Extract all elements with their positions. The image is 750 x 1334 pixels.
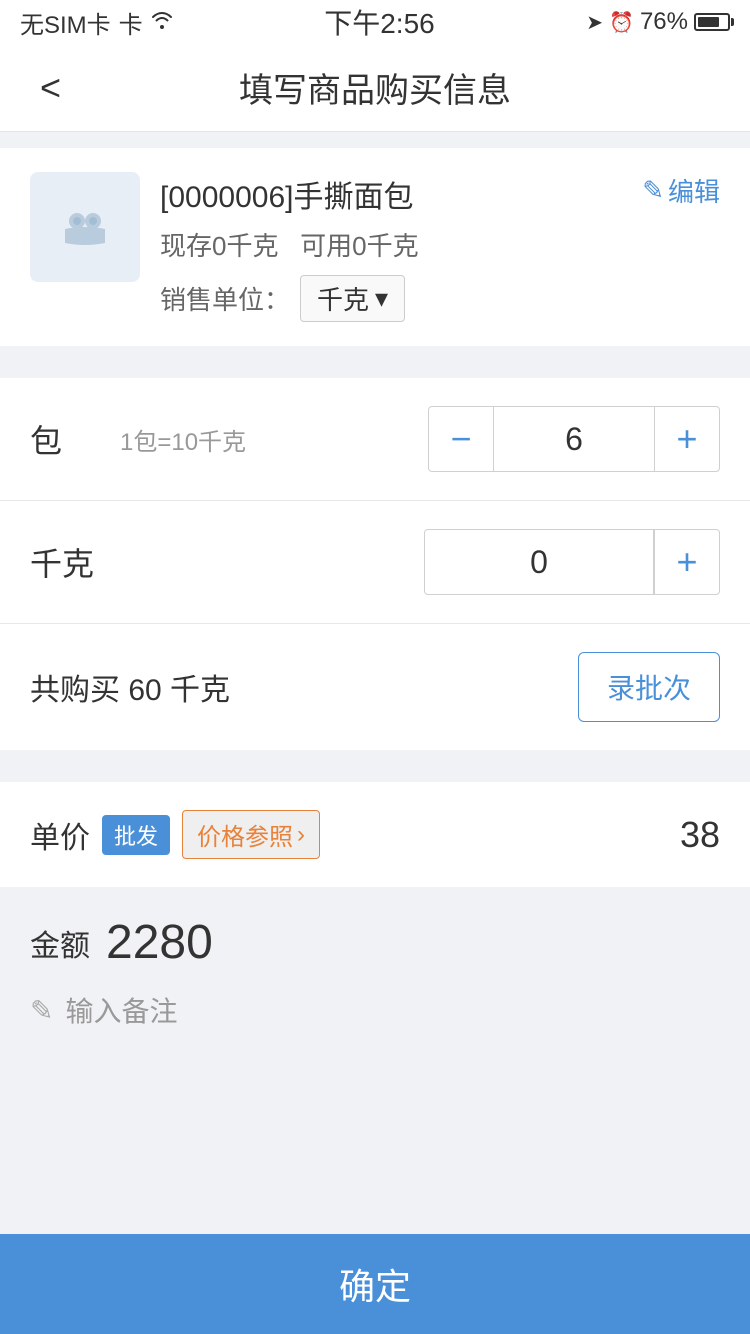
alarm-icon: ⏰ bbox=[609, 10, 634, 35]
bag-quantity-input[interactable] bbox=[494, 406, 654, 472]
kg-plus-button[interactable]: + bbox=[654, 529, 720, 595]
wifi-icon bbox=[151, 8, 173, 36]
battery-percent: 76% bbox=[640, 8, 688, 36]
product-info: [0000006]手撕面包 ✎ 编辑 现存0千克 可用0千克 销售单位： 千克 … bbox=[160, 172, 720, 322]
kg-quantity-input[interactable] bbox=[424, 529, 654, 595]
bag-controls: − + bbox=[428, 406, 720, 472]
record-batch-button[interactable]: 录批次 bbox=[578, 652, 720, 722]
product-name: [0000006]手撕面包 bbox=[160, 172, 413, 216]
amount-row: 金额 2280 bbox=[30, 915, 720, 970]
product-section: [0000006]手撕面包 ✎ 编辑 现存0千克 可用0千克 销售单位： 千克 … bbox=[0, 148, 750, 346]
total-text: 共购买 60 千克 bbox=[30, 665, 230, 709]
bag-minus-button[interactable]: − bbox=[428, 406, 494, 472]
kg-controls: + bbox=[424, 529, 720, 595]
edit-icon: ✎ bbox=[642, 175, 664, 206]
bag-plus-button[interactable]: + bbox=[654, 406, 720, 472]
sim-icon: 卡 bbox=[119, 5, 143, 40]
divider-2 bbox=[0, 750, 750, 766]
product-unit-row: 销售单位： 千克 ▾ bbox=[160, 275, 720, 322]
edit-button[interactable]: ✎ 编辑 bbox=[642, 172, 720, 209]
arrow-icon: › bbox=[297, 821, 305, 849]
price-type-tag: 批发 bbox=[102, 815, 170, 855]
note-placeholder: 输入备注 bbox=[65, 990, 177, 1030]
bag-label: 包 bbox=[30, 416, 110, 462]
product-image bbox=[30, 172, 140, 282]
price-value: 38 bbox=[680, 814, 720, 856]
total-row: 共购买 60 千克 录批次 bbox=[0, 624, 750, 750]
note-row[interactable]: ✎ 输入备注 bbox=[30, 990, 720, 1030]
carrier-text: 无SIM卡 bbox=[20, 5, 111, 40]
price-section: 单价 批发 价格参照 › 38 bbox=[0, 782, 750, 887]
nav-bar: < 填写商品购买信息 bbox=[0, 44, 750, 132]
status-right: ➤ ⏰ 76% bbox=[586, 8, 730, 36]
status-bar: 无SIM卡 卡 下午2:56 ➤ ⏰ 76% bbox=[0, 0, 750, 44]
price-row: 单价 批发 价格参照 › 38 bbox=[30, 810, 720, 859]
unit-select[interactable]: 千克 ▾ bbox=[300, 275, 405, 322]
price-reference-button[interactable]: 价格参照 › bbox=[182, 810, 320, 859]
page-title: 填写商品购买信息 bbox=[239, 63, 511, 112]
amount-label: 金额 bbox=[30, 921, 90, 965]
divider-1 bbox=[0, 346, 750, 362]
bag-quantity-row: 包 1包=10千克 − + bbox=[0, 378, 750, 501]
status-time: 下午2:56 bbox=[324, 2, 435, 42]
bag-hint: 1包=10千克 bbox=[120, 422, 428, 457]
status-left: 无SIM卡 卡 bbox=[20, 5, 173, 40]
dropdown-icon: ▾ bbox=[375, 283, 388, 314]
amount-value: 2280 bbox=[106, 915, 213, 970]
kg-quantity-row: 千克 + bbox=[0, 501, 750, 624]
amount-section: 金额 2280 ✎ 输入备注 bbox=[0, 887, 750, 1058]
battery-icon bbox=[694, 13, 730, 31]
product-stock: 现存0千克 可用0千克 bbox=[160, 226, 720, 263]
quantity-section: 包 1包=10千克 − + 千克 + bbox=[0, 378, 750, 624]
price-label: 单价 bbox=[30, 813, 90, 857]
kg-label: 千克 bbox=[30, 539, 110, 585]
confirm-button[interactable]: 确定 bbox=[0, 1234, 750, 1334]
back-button[interactable]: < bbox=[30, 57, 71, 119]
pencil-icon: ✎ bbox=[30, 994, 53, 1027]
location-icon: ➤ bbox=[586, 10, 603, 35]
